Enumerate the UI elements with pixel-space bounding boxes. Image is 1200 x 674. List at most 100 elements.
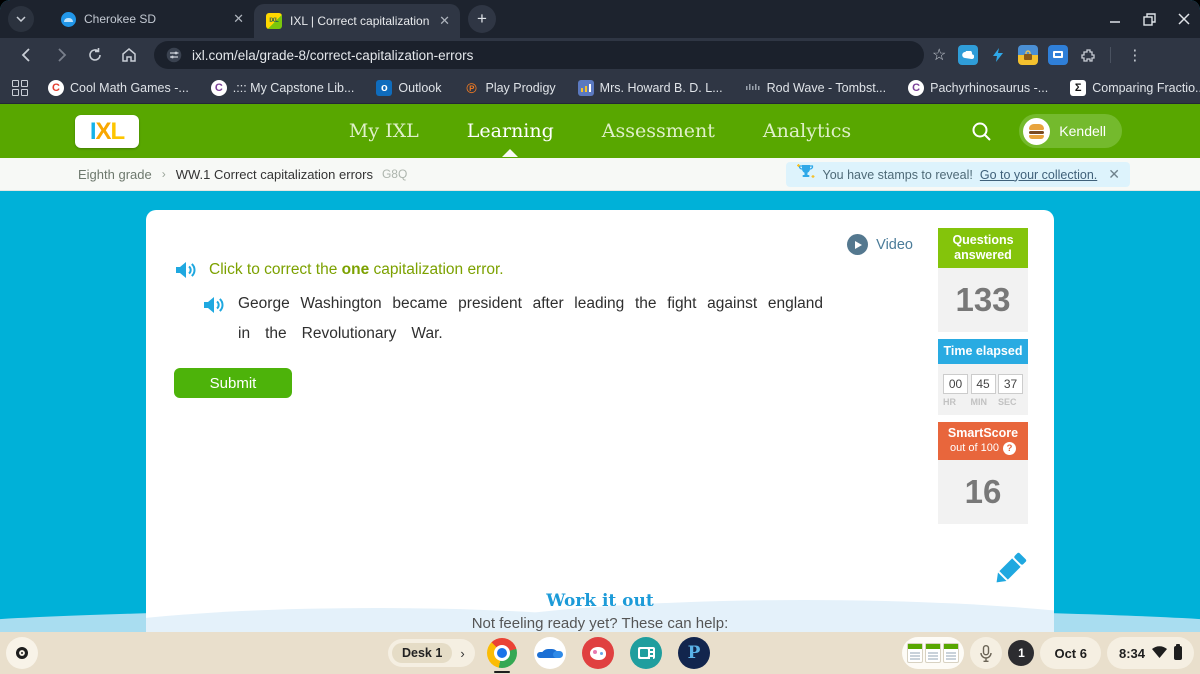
extensions-puzzle-icon[interactable] <box>1078 45 1098 65</box>
sentence-word[interactable]: Washington <box>300 295 381 313</box>
refresh-button[interactable] <box>82 42 108 68</box>
microphone-button[interactable] <box>970 637 1003 669</box>
forward-button[interactable] <box>48 42 74 68</box>
wifi-icon <box>1152 645 1167 661</box>
bookmark-outlook[interactable]: o Outlook <box>376 79 441 96</box>
battery-icon <box>1174 644 1182 660</box>
sentence-word[interactable]: Revolutionary <box>302 325 397 343</box>
video-link[interactable]: Video <box>847 234 913 255</box>
date-display[interactable]: Oct 6 <box>1040 637 1101 669</box>
questions-answered-header: Questions answered <box>938 228 1028 268</box>
bookmark-cool-math[interactable]: C Cool Math Games -... <box>48 79 189 96</box>
new-tab-button[interactable]: + <box>468 5 496 33</box>
bookmark-rod-wave[interactable]: Rod Wave - Tombst... <box>745 80 886 96</box>
bookmark-pachyrhinosaurus[interactable]: C Pachyrhinosaurus -... <box>908 79 1048 96</box>
submit-button[interactable]: Submit <box>174 368 292 398</box>
speaker-icon[interactable] <box>203 295 225 320</box>
extension-screen-icon[interactable] <box>1048 45 1069 65</box>
avatar <box>1023 117 1051 145</box>
browser-toolbar: ixl.com/ela/grade-8/correct-capitalizati… <box>0 38 1200 72</box>
pencil-icon[interactable] <box>990 549 1030 596</box>
bookmark-capstone[interactable]: C.::: My Capstone Lib... <box>210 79 354 96</box>
stamps-collection-link[interactable]: Go to your collection. <box>980 168 1097 182</box>
extension-cloud-icon[interactable] <box>958 45 979 65</box>
user-menu[interactable]: Kendell <box>1019 114 1122 148</box>
smartscore-value: 16 <box>938 460 1028 525</box>
status-tray[interactable]: 8:34 <box>1106 637 1194 669</box>
time-sec: 37 <box>998 374 1023 394</box>
launcher-button[interactable] <box>6 637 38 669</box>
window-restore-button[interactable] <box>1143 12 1156 26</box>
sentence-word[interactable]: against <box>707 295 757 313</box>
sentence-word[interactable]: president <box>458 295 522 313</box>
browser-tab-bar: Cherokee SD ✕ IXL IXL | Correct capitali… <box>0 0 1200 38</box>
nav-my-ixl[interactable]: My IXL <box>347 106 421 156</box>
tab-cherokee-sd[interactable]: Cherokee SD ✕ <box>48 0 254 38</box>
search-icon[interactable] <box>971 121 992 147</box>
help-text: Not feeling ready yet? These can help: <box>471 615 729 632</box>
shelf-onedrive-app[interactable] <box>534 637 566 669</box>
user-name: Kendell <box>1059 123 1106 139</box>
palette-icon <box>590 646 606 660</box>
tab-ixl-active[interactable]: IXL IXL | Correct capitalization erro ✕ <box>254 4 460 38</box>
sentence-word[interactable]: became <box>392 295 447 313</box>
address-bar[interactable]: ixl.com/ela/grade-8/correct-capitalizati… <box>154 41 924 69</box>
desk-label[interactable]: Desk 1 <box>392 643 453 663</box>
extension-lock-icon[interactable] <box>1018 45 1039 65</box>
browser-menu-button[interactable]: ⋮ <box>1127 46 1142 64</box>
sentence-word[interactable]: leading <box>574 295 624 313</box>
breadcrumb-separator-icon: › <box>161 167 166 181</box>
stats-panel: Questions answered 133 Time elapsed 00 HR… <box>938 228 1028 531</box>
ixl-favicon-icon: IXL <box>266 13 282 29</box>
prodigy-p-icon: P <box>687 643 701 663</box>
screen-capture-preview[interactable] <box>902 637 965 669</box>
sigma-icon: Σ <box>1070 79 1087 96</box>
clock: 8:34 <box>1118 645 1145 661</box>
sentence-word[interactable]: england <box>768 295 823 313</box>
tab-close-icon[interactable]: ✕ <box>233 11 244 27</box>
breadcrumb-grade[interactable]: Eighth grade <box>78 167 152 182</box>
tab-search-button[interactable] <box>8 6 34 32</box>
window-close-button[interactable] <box>1178 13 1190 25</box>
shelf-canvas-app[interactable] <box>582 637 614 669</box>
shelf-prodigy-app[interactable]: P <box>678 637 710 669</box>
nav-assessment[interactable]: Assessment <box>600 106 717 156</box>
time-elapsed-value: 00 HR 45 MIN 37 SEC <box>938 364 1028 415</box>
home-button[interactable] <box>116 42 142 68</box>
nav-analytics[interactable]: Analytics <box>761 106 853 156</box>
speaker-icon[interactable] <box>175 260 197 285</box>
sentence-word[interactable]: in <box>238 325 250 343</box>
tab-close-icon[interactable]: ✕ <box>439 13 450 29</box>
back-button[interactable] <box>14 42 40 68</box>
notification-counter[interactable]: 1 <box>1008 640 1035 666</box>
extension-bolt-icon[interactable] <box>988 45 1008 65</box>
desk-switcher[interactable]: Desk 1 › <box>388 639 475 667</box>
shelf-chrome-app[interactable] <box>486 637 518 673</box>
smartscore-help-icon[interactable]: ? <box>1002 442 1016 456</box>
window-minimize-button[interactable] <box>1109 13 1121 25</box>
apps-grid-icon[interactable] <box>12 79 28 96</box>
cisco-icon <box>745 80 761 96</box>
work-it-out-link[interactable]: Work it out <box>146 591 1054 611</box>
time-elapsed-header: Time elapsed <box>938 339 1028 364</box>
site-settings-icon[interactable] <box>166 47 182 63</box>
sentence-word[interactable]: fight <box>667 295 696 313</box>
shelf-news-app[interactable] <box>630 637 662 669</box>
banner-close-icon[interactable]: ✕ <box>1108 166 1120 183</box>
breadcrumb-skill-code: G8Q <box>381 167 408 181</box>
bookmark-comparing-fractions[interactable]: Σ Comparing Fractio... <box>1070 79 1200 96</box>
coolmath-icon: C <box>48 79 64 96</box>
bookmark-prodigy[interactable]: ℗ Play Prodigy <box>463 80 555 96</box>
nav-learning[interactable]: Learning <box>465 106 556 157</box>
sentence-word[interactable]: the <box>635 295 657 313</box>
sentence-word[interactable]: the <box>265 325 287 343</box>
bookmark-mrs-howard[interactable]: Mrs. Howard B. D. L... <box>577 79 723 96</box>
question-prompt: Click to correct the one capitalization … <box>175 260 504 285</box>
sentence-word[interactable]: after <box>533 295 564 313</box>
sentence-word[interactable]: War. <box>411 325 442 343</box>
chevron-right-icon[interactable]: › <box>460 646 464 661</box>
sentence-line-1: George Washington became president after lead… <box>238 295 823 313</box>
sentence-word[interactable]: George <box>238 295 290 313</box>
sentence-line-2: in the Revolutionary War. <box>238 325 823 343</box>
bookmark-star-icon[interactable]: ☆ <box>932 45 946 65</box>
